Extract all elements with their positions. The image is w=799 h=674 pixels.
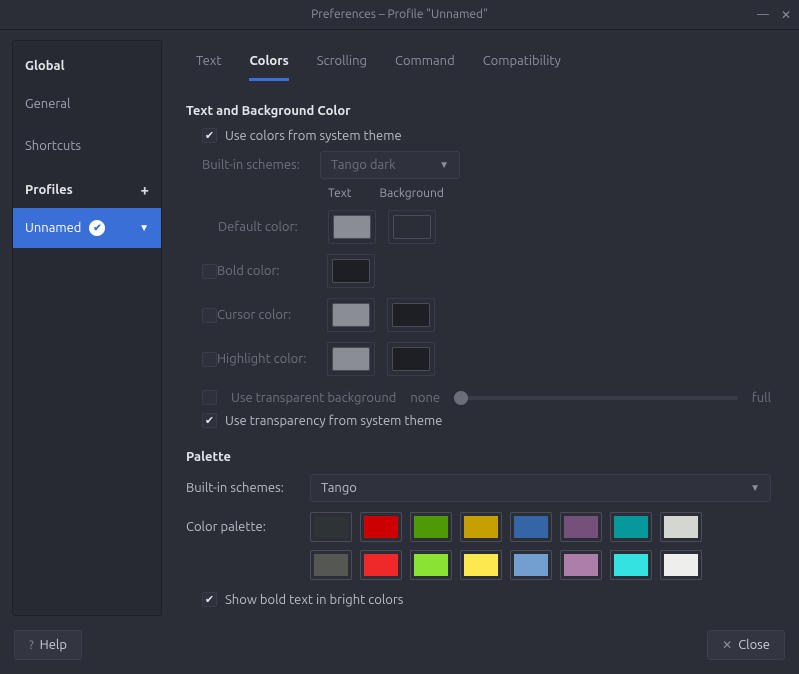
- titlebar: Preferences – Profile "Unnamed" — ✕: [0, 0, 799, 30]
- palette-color-14[interactable]: [610, 550, 652, 580]
- label-palette-builtin: Built-in schemes:: [186, 481, 296, 495]
- swatch-bold-text[interactable]: [332, 259, 370, 283]
- checkbox-bold-color[interactable]: [202, 264, 217, 279]
- checkbox-use-system-colors[interactable]: [202, 128, 217, 143]
- close-button-label: Close: [738, 638, 770, 652]
- help-button-label: Help: [40, 638, 67, 652]
- palette-color-10[interactable]: [410, 550, 452, 580]
- checkbox-transparent-bg[interactable]: [202, 390, 217, 405]
- checkbox-highlight-color[interactable]: [202, 352, 217, 367]
- swatch-highlight-text[interactable]: [332, 347, 370, 371]
- palette-color-12[interactable]: [510, 550, 552, 580]
- transparency-slider[interactable]: [454, 396, 738, 400]
- palette-color-9[interactable]: [360, 550, 402, 580]
- sidebar: Global General Shortcuts Profiles + Unna…: [12, 40, 162, 616]
- tab-scrolling[interactable]: Scrolling: [317, 54, 367, 81]
- palette-color-15[interactable]: [660, 550, 702, 580]
- chevron-down-icon[interactable]: ▼: [139, 222, 149, 234]
- chevron-down-icon: ▼: [439, 159, 449, 171]
- sidebar-item-general[interactable]: General: [13, 83, 161, 125]
- tab-compatibility[interactable]: Compatibility: [483, 54, 561, 81]
- label-highlight-color: Highlight color:: [217, 352, 327, 366]
- row-default-color: Default color:: [202, 210, 771, 244]
- add-profile-icon[interactable]: +: [141, 181, 149, 198]
- select-builtin-scheme[interactable]: Tango dark ▼: [320, 151, 460, 179]
- select-palette-scheme[interactable]: Tango ▼: [310, 474, 771, 502]
- palette-color-2[interactable]: [410, 512, 452, 542]
- chevron-down-icon: ▼: [750, 482, 760, 494]
- swatch-cursor-text[interactable]: [332, 303, 370, 327]
- close-button[interactable]: ✕ Close: [707, 630, 785, 660]
- row-cursor-color: Cursor color:: [202, 298, 771, 332]
- label-default-color: Default color:: [218, 220, 328, 234]
- sidebar-heading-profiles-label: Profiles: [25, 183, 73, 197]
- palette-grid: [310, 512, 702, 580]
- sidebar-item-profile-unnamed[interactable]: Unnamed ✔ ▼: [13, 208, 161, 248]
- sidebar-item-label: Unnamed: [25, 221, 81, 235]
- select-palette-value: Tango: [321, 481, 357, 495]
- palette-color-4[interactable]: [510, 512, 552, 542]
- label-use-system-colors: Use colors from system theme: [225, 129, 402, 143]
- label-color-palette: Color palette:: [186, 512, 296, 534]
- slider-max-label: full: [752, 391, 771, 405]
- palette-color-3[interactable]: [460, 512, 502, 542]
- palette-color-1[interactable]: [360, 512, 402, 542]
- minimize-icon[interactable]: —: [757, 8, 769, 22]
- col-header-text: Text: [328, 187, 352, 200]
- label-builtin-schemes: Built-in schemes:: [202, 158, 312, 172]
- swatch-cursor-bg[interactable]: [392, 303, 430, 327]
- help-icon: ?: [29, 639, 34, 652]
- sidebar-heading-profiles: Profiles +: [13, 167, 161, 208]
- sidebar-item-shortcuts[interactable]: Shortcuts: [13, 125, 161, 167]
- palette-color-5[interactable]: [560, 512, 602, 542]
- close-icon: ✕: [722, 638, 732, 652]
- row-highlight-color: Highlight color:: [202, 342, 771, 376]
- palette-color-11[interactable]: [460, 550, 502, 580]
- checkbox-bold-bright[interactable]: [202, 592, 217, 607]
- close-icon[interactable]: ✕: [781, 8, 791, 22]
- tab-text[interactable]: Text: [196, 54, 221, 81]
- label-transparent-bg: Use transparent background: [231, 391, 396, 405]
- tab-command[interactable]: Command: [395, 54, 455, 81]
- swatch-default-bg[interactable]: [393, 215, 431, 239]
- tab-colors[interactable]: Colors: [249, 54, 288, 81]
- slider-min-label: none: [410, 391, 440, 405]
- palette-color-8[interactable]: [310, 550, 352, 580]
- sidebar-heading-global: Global: [13, 45, 161, 83]
- checkbox-cursor-color[interactable]: [202, 308, 217, 323]
- checkbox-transparency-system[interactable]: [202, 413, 217, 428]
- help-button[interactable]: ? Help: [14, 630, 82, 660]
- row-bold-color: Bold color:: [202, 254, 771, 288]
- sidebar-heading-global-label: Global: [25, 59, 65, 73]
- main-panel: Text Colors Scrolling Command Compatibil…: [162, 40, 787, 616]
- label-transparency-system: Use transparency from system theme: [225, 414, 442, 428]
- col-header-bg: Background: [380, 187, 444, 200]
- section-title-palette: Palette: [186, 450, 771, 464]
- palette-color-7[interactable]: [660, 512, 702, 542]
- select-builtin-value: Tango dark: [331, 158, 396, 172]
- check-icon: ✔: [89, 220, 105, 236]
- window-title: Preferences – Profile "Unnamed": [311, 8, 488, 21]
- palette-color-0[interactable]: [310, 512, 352, 542]
- slider-knob[interactable]: [454, 391, 468, 405]
- palette-color-13[interactable]: [560, 550, 602, 580]
- palette-color-6[interactable]: [610, 512, 652, 542]
- label-bold-bright: Show bold text in bright colors: [225, 593, 403, 607]
- tabs: Text Colors Scrolling Command Compatibil…: [186, 40, 771, 82]
- label-bold-color: Bold color:: [217, 264, 327, 278]
- swatch-highlight-bg[interactable]: [392, 347, 430, 371]
- swatch-default-text[interactable]: [333, 215, 371, 239]
- bottombar: ? Help ✕ Close: [0, 616, 799, 674]
- section-title-textbg: Text and Background Color: [186, 104, 771, 118]
- label-cursor-color: Cursor color:: [217, 308, 327, 322]
